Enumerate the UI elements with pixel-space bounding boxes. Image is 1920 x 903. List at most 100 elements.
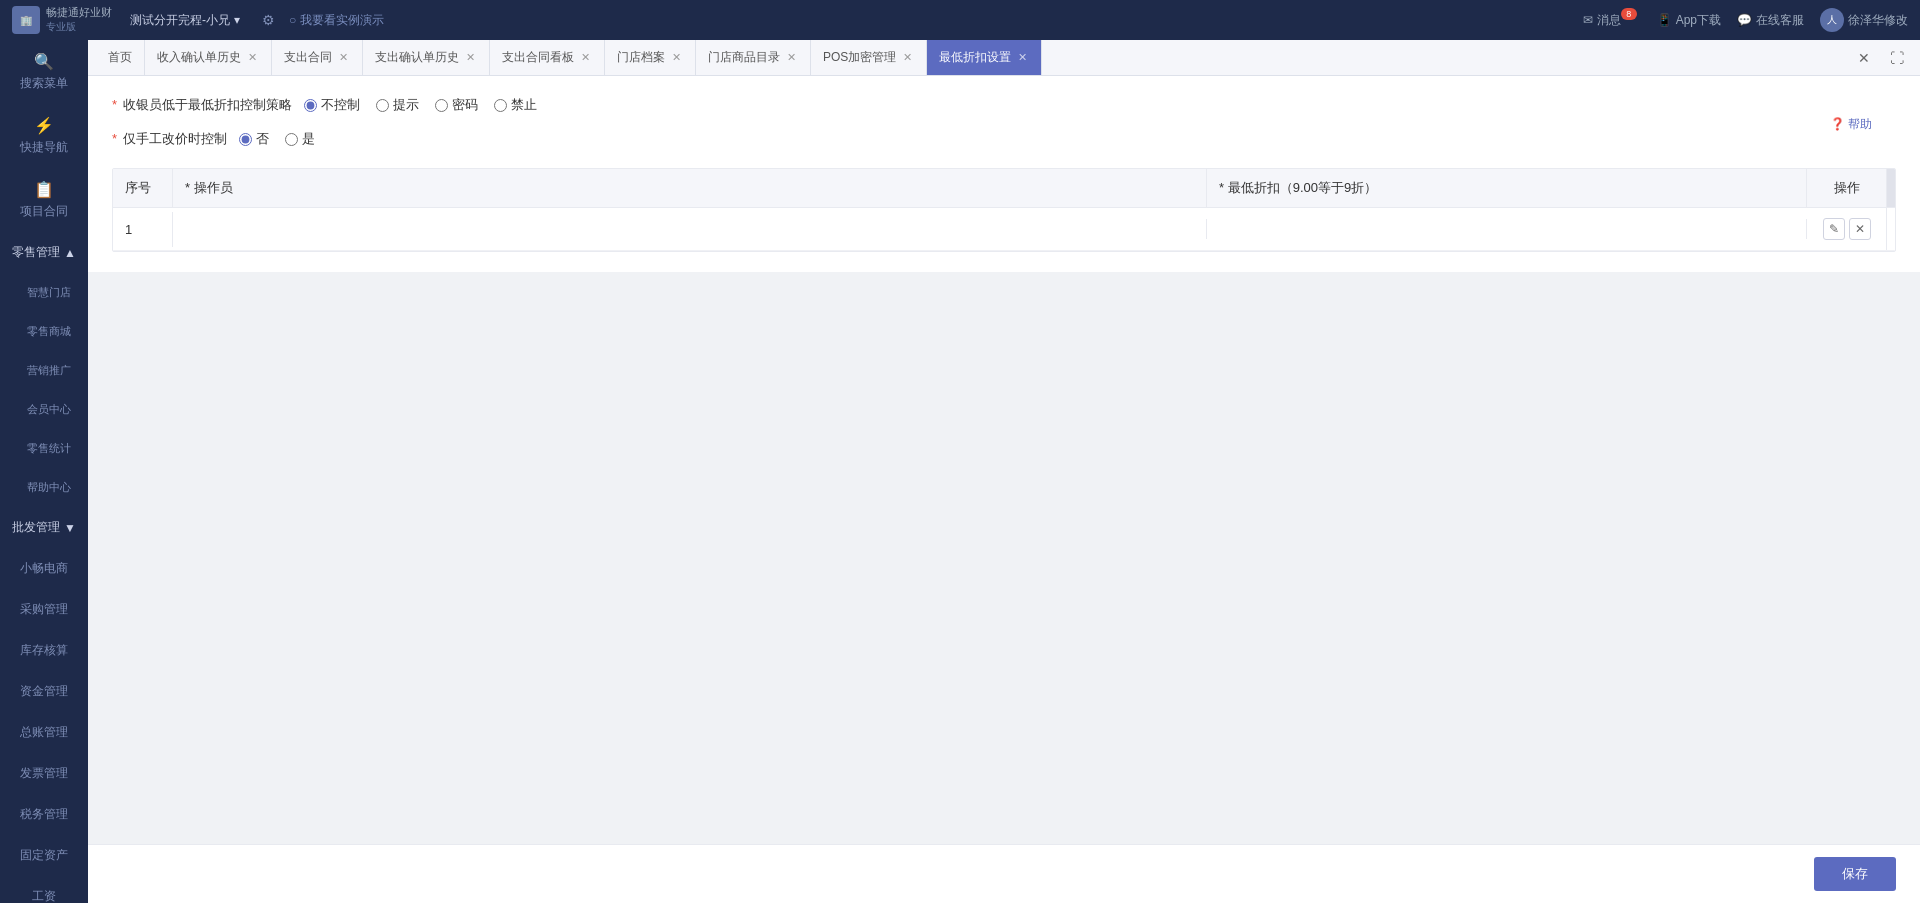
tab-store-product[interactable]: 门店商品目录 ✕	[696, 40, 811, 76]
edit-btn[interactable]: ✎	[1823, 218, 1845, 240]
logo-icon: 🏢	[12, 6, 40, 34]
tab-income-history[interactable]: 收入确认单历史 ✕	[145, 40, 272, 76]
tab-payment-contract-board-close[interactable]: ✕	[579, 51, 592, 64]
online-service-action[interactable]: 💬 在线客服	[1737, 12, 1804, 29]
top-bar-left: 🏢 畅捷通好业财 专业版 测试分开完程-小兄 ▾ ⚙ ○ 我要看实例演示	[12, 6, 384, 34]
manual-price-yes[interactable]: 是	[285, 130, 315, 148]
manual-price-radio-yes[interactable]	[285, 133, 298, 146]
tab-payment-contract[interactable]: 支出合同 ✕	[272, 40, 363, 76]
tab-income-history-label: 收入确认单历史	[157, 49, 241, 66]
sidebar-label-ledger: 总账管理	[20, 724, 68, 741]
delete-btn[interactable]: ✕	[1849, 218, 1871, 240]
sidebar-item-assets[interactable]: 固定资产	[0, 835, 88, 876]
sidebar-item-smart-store[interactable]: 智慧门店	[0, 273, 88, 312]
required-star-2: *	[112, 131, 117, 146]
cell-discount	[1207, 219, 1807, 239]
sidebar-label-salary: 工资	[32, 888, 56, 903]
action-btns: ✎ ✕	[1819, 218, 1874, 240]
sidebar-item-search[interactable]: 🔍 搜索菜单	[0, 40, 88, 104]
chevron-down-icon: ▼	[64, 521, 76, 535]
discount-table: 序号 * 操作员 * 最低折扣（9.00等于9折） 操作	[112, 168, 1896, 252]
table-header: 序号 * 操作员 * 最低折扣（9.00等于9折） 操作	[113, 169, 1895, 208]
tab-payment-confirm-history-close[interactable]: ✕	[464, 51, 477, 64]
cashier-radio-password[interactable]	[435, 99, 448, 112]
settings-icon-btn[interactable]: ⚙	[258, 8, 279, 32]
sidebar-item-project[interactable]: 📋 项目合同	[0, 168, 88, 232]
tab-store-file[interactable]: 门店档案 ✕	[605, 40, 696, 76]
sidebar-label-invoice: 发票管理	[20, 765, 68, 782]
sidebar-item-marketing[interactable]: 营销推广	[0, 351, 88, 390]
sidebar-item-member[interactable]: 会员中心	[0, 390, 88, 429]
sidebar-item-invoice[interactable]: 发票管理	[0, 753, 88, 794]
sidebar-item-inventory[interactable]: 库存核算	[0, 630, 88, 671]
user-profile[interactable]: 人 徐泽华修改	[1820, 8, 1908, 32]
project-icon: 📋	[34, 180, 54, 199]
sidebar: 🔍 搜索菜单 ⚡ 快捷导航 📋 项目合同 零售管理 ▲ 智慧门店 零售商城 营销…	[0, 40, 88, 903]
tab-payment-confirm-history[interactable]: 支出确认单历史 ✕	[363, 40, 490, 76]
tab-income-history-close[interactable]: ✕	[246, 51, 259, 64]
save-button[interactable]: 保存	[1814, 857, 1896, 891]
sidebar-label-search: 搜索菜单	[20, 75, 68, 92]
tab-payment-confirm-history-label: 支出确认单历史	[375, 49, 459, 66]
chevron-up-icon: ▲	[64, 246, 76, 260]
cell-seq: 1	[113, 212, 173, 247]
page-card: * 收银员低于最低折扣控制策略 不控制 提示	[88, 76, 1920, 272]
app-download-action[interactable]: 📱 App下载	[1657, 12, 1721, 29]
scroll-indicator	[1887, 169, 1895, 207]
cashier-control-label: * 收银员低于最低折扣控制策略	[112, 96, 292, 114]
project-name: 测试分开完程-小兄	[130, 12, 230, 29]
download-icon: 📱	[1657, 13, 1672, 27]
shortcut-icon: ⚡	[34, 116, 54, 135]
tab-min-discount-close[interactable]: ✕	[1016, 51, 1029, 64]
sidebar-item-ledger[interactable]: 总账管理	[0, 712, 88, 753]
message-icon: ✉	[1583, 13, 1593, 27]
tab-min-discount[interactable]: 最低折扣设置 ✕	[927, 40, 1042, 76]
manual-price-no[interactable]: 否	[239, 130, 269, 148]
cashier-control-radio-group: 不控制 提示 密码	[304, 96, 537, 114]
tab-payment-contract-board[interactable]: 支出合同看板 ✕	[490, 40, 605, 76]
cashier-option-no-control[interactable]: 不控制	[304, 96, 360, 114]
main-layout: 🔍 搜索菜单 ⚡ 快捷导航 📋 项目合同 零售管理 ▲ 智慧门店 零售商城 营销…	[0, 40, 1920, 903]
tab-store-file-close[interactable]: ✕	[670, 51, 683, 64]
cashier-control-row: * 收银员低于最低折扣控制策略 不控制 提示	[112, 96, 1896, 114]
tab-min-discount-label: 最低折扣设置	[939, 49, 1011, 66]
sidebar-label-ecommerce: 小畅电商	[20, 560, 68, 577]
sidebar-label-purchase: 采购管理	[20, 601, 68, 618]
sidebar-label-inventory: 库存核算	[20, 642, 68, 659]
tab-close-all-btn[interactable]: ✕	[1850, 46, 1878, 70]
sidebar-item-shortcut[interactable]: ⚡ 快捷导航	[0, 104, 88, 168]
sidebar-item-help[interactable]: 帮助中心	[0, 468, 88, 507]
tab-home[interactable]: 首页	[96, 40, 145, 76]
tab-payment-contract-close[interactable]: ✕	[337, 51, 350, 64]
sidebar-item-retail-mall[interactable]: 零售商城	[0, 312, 88, 351]
help-btn[interactable]: ❓ 帮助	[1830, 116, 1872, 133]
cashier-option-prompt[interactable]: 提示	[376, 96, 419, 114]
sidebar-item-ecommerce[interactable]: 小畅电商	[0, 548, 88, 589]
cashier-radio-prompt[interactable]	[376, 99, 389, 112]
sidebar-item-salary[interactable]: 工资	[0, 876, 88, 903]
project-selector[interactable]: 测试分开完程-小兄 ▾	[122, 9, 248, 32]
sidebar-item-tax[interactable]: 税务管理	[0, 794, 88, 835]
sidebar-item-purchase[interactable]: 采购管理	[0, 589, 88, 630]
manual-price-radio-no[interactable]	[239, 133, 252, 146]
sidebar-item-wholesale[interactable]: 批发管理 ▼	[0, 507, 88, 548]
demo-link[interactable]: ○ 我要看实例演示	[289, 12, 384, 29]
sidebar-item-retail-stats[interactable]: 零售统计	[0, 429, 88, 468]
tab-pos-password[interactable]: POS加密管理 ✕	[811, 40, 927, 76]
required-star-1: *	[112, 97, 117, 112]
sidebar-item-retail[interactable]: 零售管理 ▲	[0, 232, 88, 273]
tab-store-product-close[interactable]: ✕	[785, 51, 798, 64]
cashier-option-forbid[interactable]: 禁止	[494, 96, 537, 114]
cashier-option-password[interactable]: 密码	[435, 96, 478, 114]
logo-area: 🏢 畅捷通好业财 专业版	[12, 6, 112, 34]
table-row: 1 ✎ ✕	[113, 208, 1895, 251]
sidebar-label-retail: 零售管理	[12, 244, 60, 261]
tab-pos-password-close[interactable]: ✕	[901, 51, 914, 64]
cashier-radio-no-control[interactable]	[304, 99, 317, 112]
message-action[interactable]: ✉ 消息 8	[1583, 12, 1641, 29]
avatar: 人	[1820, 8, 1844, 32]
sidebar-item-capital[interactable]: 资金管理	[0, 671, 88, 712]
cashier-radio-forbid[interactable]	[494, 99, 507, 112]
sidebar-label-project: 项目合同	[20, 203, 68, 220]
tab-maximize-btn[interactable]: ⛶	[1882, 46, 1912, 70]
